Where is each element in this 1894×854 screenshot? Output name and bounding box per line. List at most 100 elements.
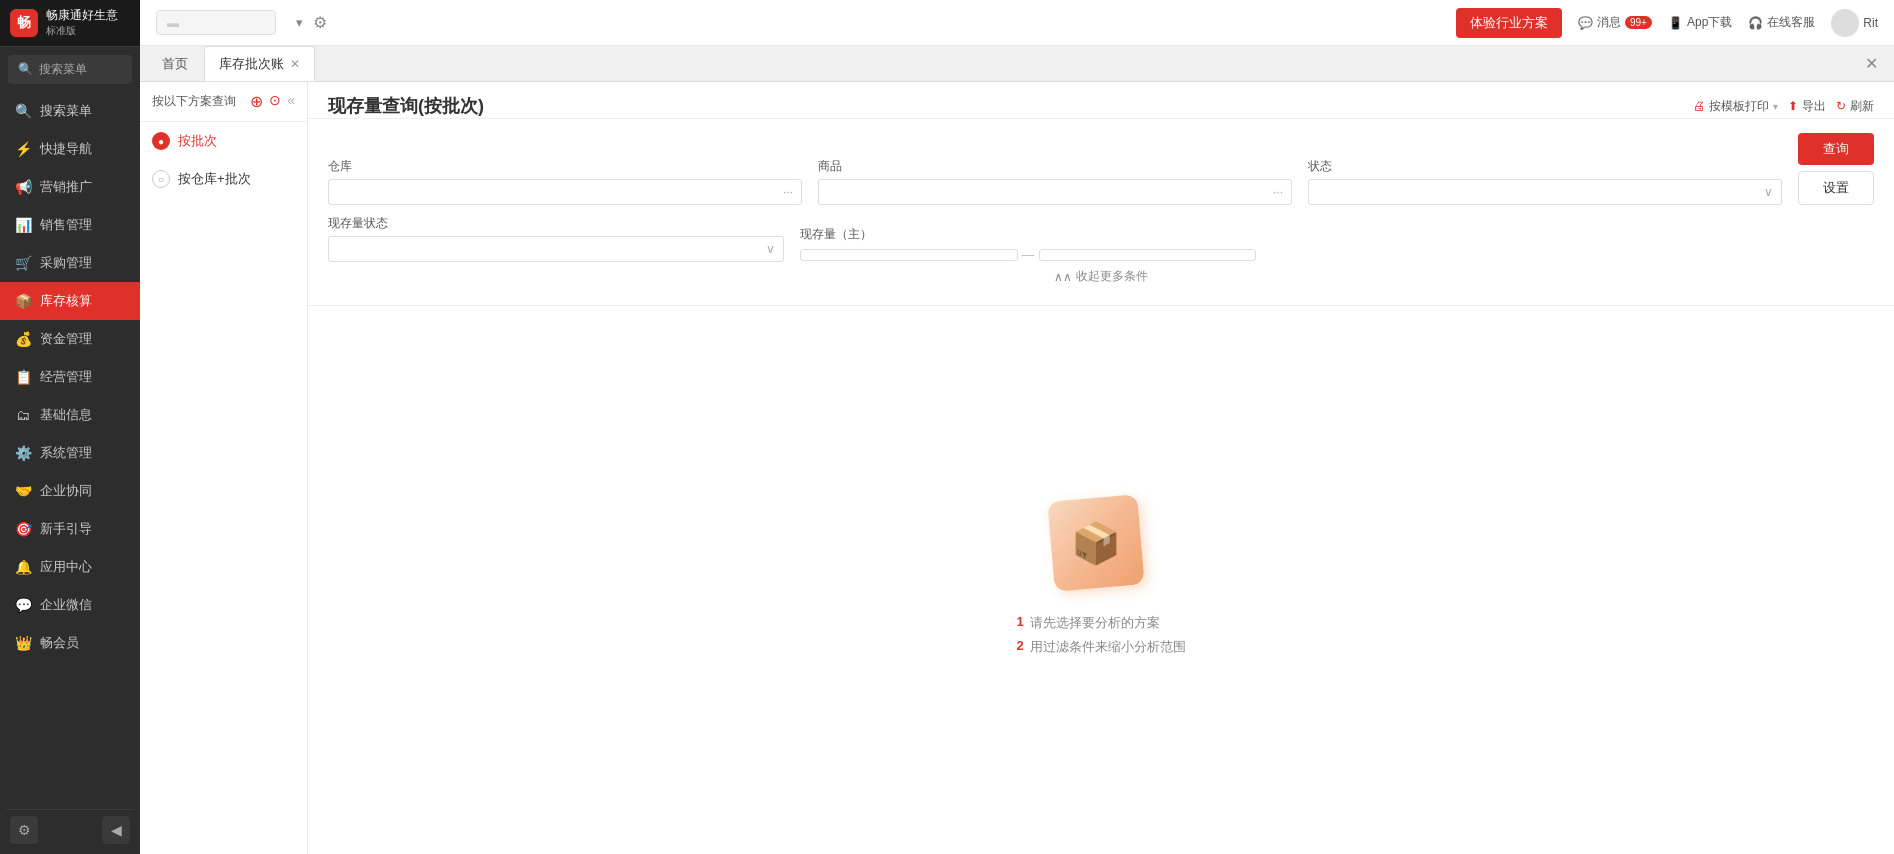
purchase-icon: 🛒	[14, 254, 32, 272]
trial-button[interactable]: 体验行业方案	[1456, 8, 1562, 38]
system-icon: ⚙️	[14, 444, 32, 462]
tab-batch[interactable]: 库存批次账✕	[204, 46, 315, 81]
sidebar-item-inventory[interactable]: 📦 库存核算	[0, 282, 140, 320]
refresh-btn[interactable]: ↻ 刷新	[1836, 98, 1874, 115]
topbar: ▬ ▾ ⚙ 体验行业方案 💬 消息 99+ 📱 App下载 🎧 在线客服	[140, 0, 1894, 46]
right-content: 现存量查询(按批次) 🖨 按模板打印 ▾ ⬆ 导出 ↻ 刷新	[308, 82, 1894, 854]
app-download-btn[interactable]: 📱 App下载	[1668, 14, 1732, 31]
filter-row-1: 仓库 ··· 商品 ···	[328, 133, 1874, 205]
app-icon: 📱	[1668, 16, 1683, 30]
sidebar-item-system[interactable]: ⚙️ 系统管理	[0, 434, 140, 472]
settings-icon[interactable]: ⚙	[10, 816, 38, 844]
query-button[interactable]: 查询	[1798, 133, 1874, 165]
plan-item-warehouse_batch[interactable]: ○ 按仓库+批次	[140, 160, 307, 198]
marketing-icon: 📢	[14, 178, 32, 196]
left-panel-collapse-icon[interactable]: «	[287, 92, 295, 111]
sidebar-scroll-controls: ⚙ ◀	[0, 805, 140, 854]
nav-label-guide: 新手引导	[40, 520, 92, 538]
tab-close-main-icon[interactable]: ✕	[1865, 54, 1878, 73]
plan-item-batch[interactable]: ● 按批次	[140, 122, 307, 160]
service-icon: 🎧	[1748, 16, 1763, 30]
warehouse-input[interactable]: ···	[328, 179, 802, 205]
page-header: 现存量查询(按批次) 🖨 按模板打印 ▾ ⬆ 导出 ↻ 刷新	[308, 82, 1894, 119]
stock-amount-from[interactable]	[800, 249, 1018, 261]
plan-list: ● 按批次 ○ 按仓库+批次	[140, 122, 307, 198]
empty-tip-1: 1 请先选择要分析的方案	[1016, 614, 1185, 632]
left-panel: 按以下方案查询 ⊕ ⊙ « ● 按批次 ○ 按仓库+批次	[140, 82, 308, 854]
tab-close-batch[interactable]: ✕	[290, 57, 300, 71]
sidebar-item-member[interactable]: 👑 畅会员	[0, 624, 140, 662]
sidebar-item-search[interactable]: 🔍 搜索菜单	[0, 92, 140, 130]
brand-sub: 标准版	[46, 24, 118, 38]
plan-settings-icon[interactable]: ⊙	[269, 92, 281, 111]
sidebar-item-app[interactable]: 🔔 应用中心	[0, 548, 140, 586]
add-plan-icon[interactable]: ⊕	[250, 92, 263, 111]
topbar-dropdown-btn[interactable]: ▾	[296, 15, 303, 30]
topbar-settings-icon[interactable]: ⚙	[313, 13, 327, 32]
stock-amount-to[interactable]	[1039, 249, 1257, 261]
basic-icon: 🗂	[14, 406, 32, 424]
status-input[interactable]: ∨	[1308, 179, 1782, 205]
product-more-icon[interactable]: ···	[1273, 185, 1283, 199]
sidebar-item-wechat[interactable]: 💬 企业微信	[0, 586, 140, 624]
sidebar-item-quicknav[interactable]: ⚡ 快捷导航	[0, 130, 140, 168]
collapse-label: 收起更多条件	[1076, 268, 1148, 285]
sidebar-item-collab[interactable]: 🤝 企业协同	[0, 472, 140, 510]
message-btn[interactable]: 💬 消息 99+	[1578, 14, 1652, 31]
sidebar-nav: 🔍 搜索菜单 ⚡ 快捷导航 📢 营销推广 📊 销售管理 🛒 采购管理 📦 库存核…	[0, 92, 140, 805]
product-label: 商品	[818, 158, 1292, 175]
page-header-actions: 🖨 按模板打印 ▾ ⬆ 导出 ↻ 刷新	[1693, 98, 1874, 115]
sidebar: 畅 畅康通好生意 标准版 🔍 搜索菜单 🔍 搜索菜单 ⚡ 快捷导航 📢 营销推广…	[0, 0, 140, 854]
print-dropdown-icon[interactable]: ▾	[1773, 101, 1778, 112]
stock-status-chevron[interactable]: ∨	[766, 242, 775, 256]
empty-state: 📦 1 请先选择要分析的方案 2 用过滤条件来缩小分析范围	[308, 306, 1894, 854]
left-panel-actions: ⊕ ⊙ «	[250, 92, 295, 111]
online-service-btn[interactable]: 🎧 在线客服	[1748, 14, 1815, 31]
sidebar-item-purchase[interactable]: 🛒 采购管理	[0, 244, 140, 282]
user-avatar-area[interactable]: Rit	[1831, 9, 1878, 37]
sidebar-item-finance[interactable]: 💰 资金管理	[0, 320, 140, 358]
warehouse-more-icon[interactable]: ···	[783, 185, 793, 199]
tab-home[interactable]: 首页	[148, 46, 202, 81]
nav-label-app: 应用中心	[40, 558, 92, 576]
sidebar-item-basic[interactable]: 🗂 基础信息	[0, 396, 140, 434]
sidebar-item-sales[interactable]: 📊 销售管理	[0, 206, 140, 244]
tab-close-area: ✕	[1865, 54, 1886, 73]
nav-label-search: 搜索菜单	[40, 102, 92, 120]
nav-label-finance: 资金管理	[40, 330, 92, 348]
empty-icon: 📦	[1051, 498, 1151, 598]
product-input[interactable]: ···	[818, 179, 1292, 205]
stock-status-field: 现存量状态 ∨	[328, 215, 784, 262]
topbar-search-icon: ▬	[167, 16, 179, 30]
topbar-actions: 体验行业方案 💬 消息 99+ 📱 App下载 🎧 在线客服 Rit	[1456, 8, 1878, 38]
sales-icon: 📊	[14, 216, 32, 234]
nav-label-wechat: 企业微信	[40, 596, 92, 614]
nav-label-basic: 基础信息	[40, 406, 92, 424]
collab-icon: 🤝	[14, 482, 32, 500]
collapse-sidebar-btn[interactable]: ◀	[102, 816, 130, 844]
stock-status-label: 现存量状态	[328, 215, 784, 232]
page-title: 现存量查询(按批次)	[328, 94, 484, 118]
stock-amount-dash: —	[1022, 247, 1035, 262]
settings-button[interactable]: 设置	[1798, 171, 1874, 205]
status-field: 状态 ∨	[1308, 158, 1782, 205]
sidebar-footer: ⚙ ◀	[6, 809, 134, 850]
status-chevron-icon[interactable]: ∨	[1764, 185, 1773, 199]
stock-status-input[interactable]: ∨	[328, 236, 784, 262]
print-btn[interactable]: 🖨 按模板打印 ▾	[1693, 98, 1778, 115]
plan-icon-batch: ●	[152, 132, 170, 150]
export-btn[interactable]: ⬆ 导出	[1788, 98, 1826, 115]
inventory-icon: 📦	[14, 292, 32, 310]
status-label: 状态	[1308, 158, 1782, 175]
sidebar-item-guide[interactable]: 🎯 新手引导	[0, 510, 140, 548]
search-icon: 🔍	[18, 62, 33, 76]
collapse-row[interactable]: ∧∧ 收起更多条件	[328, 262, 1874, 291]
collapse-chevron-icon: ∧∧	[1054, 270, 1072, 284]
warehouse-label: 仓库	[328, 158, 802, 175]
topbar-search[interactable]: ▬	[156, 10, 276, 35]
sidebar-item-marketing[interactable]: 📢 营销推广	[0, 168, 140, 206]
nav-label-collab: 企业协同	[40, 482, 92, 500]
sidebar-search[interactable]: 🔍 搜索菜单	[8, 55, 132, 84]
sidebar-item-ops[interactable]: 📋 经营管理	[0, 358, 140, 396]
plan-label-batch: 按批次	[178, 132, 217, 150]
